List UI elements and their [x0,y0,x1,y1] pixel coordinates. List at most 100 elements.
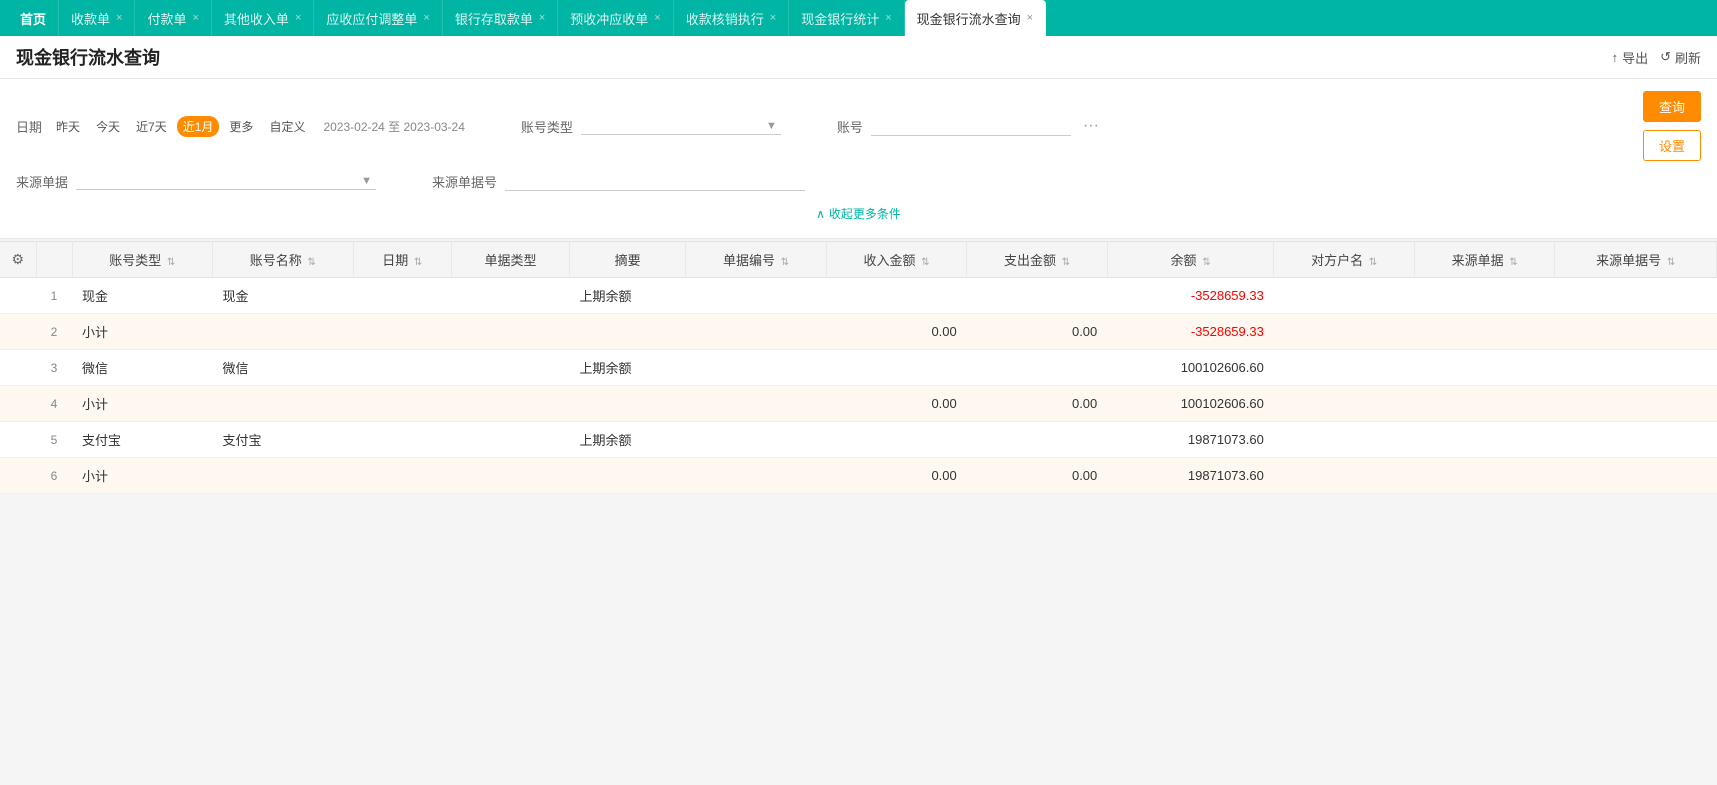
refresh-icon: ↺ [1660,49,1671,65]
col-expense-label: 支出金额 [1004,253,1056,268]
filter-area: 日期 昨天 今天 近7天 近1月 更多 自定义 2023-02-24 至 202… [0,79,1717,239]
cell-doc-no-0 [686,278,827,314]
nav-tab-other-income[interactable]: 其他收入单 × [212,0,314,36]
cell-source-doc-4 [1414,422,1555,458]
col-date[interactable]: 日期 ⇅ [353,242,452,278]
export-button[interactable]: ↑ 导出 [1612,48,1649,67]
cell-summary-3 [569,386,685,422]
nav-tab-advance-offset[interactable]: 预收冲应收单 × [558,0,673,36]
col-doc-no[interactable]: 单据编号 ⇅ [686,242,827,278]
account-type-select[interactable]: ▼ [581,118,781,135]
cell-account-name-3 [213,386,354,422]
col-gear: ⚙ [0,242,36,278]
nav-tab-bank-deposit[interactable]: 银行存取款单 × [443,0,558,36]
nav-tab-bank-deposit-label: 银行存取款单 [455,9,533,28]
cell-date-4 [353,422,452,458]
col-expense-sort-icon: ⇅ [1062,257,1070,268]
col-account-type[interactable]: 账号类型 ⇅ [72,242,213,278]
cell-doc-type-2 [452,350,570,386]
table-row[interactable]: 1 现金 现金 上期余额 -3528659.33 [0,278,1717,314]
cell-source-doc-no-4 [1555,422,1717,458]
cell-counterparty-2 [1274,350,1415,386]
col-source-doc-label: 来源单据 [1452,253,1504,268]
col-balance-label: 余额 [1171,253,1197,268]
collapse-label: 收起更多条件 [829,205,901,222]
cell-seq-3: 4 [36,386,72,422]
source-doc-no-label: 来源单据号 [432,172,497,191]
table-row[interactable]: 3 微信 微信 上期余额 100102606.60 [0,350,1717,386]
nav-tab-receipt-close[interactable]: × [116,12,122,24]
col-source-doc-no[interactable]: 来源单据号 ⇅ [1555,242,1717,278]
cell-gear-1 [0,314,36,350]
cell-doc-type-4 [452,422,570,458]
nav-tab-ar-adjust-close[interactable]: × [423,12,429,24]
action-buttons: 查询 设置 [1643,91,1701,161]
col-source-doc-no-label: 来源单据号 [1596,253,1661,268]
nav-tab-ar-adjust[interactable]: 应收应付调整单 × [314,0,442,36]
cell-doc-no-1 [686,314,827,350]
collapse-bar[interactable]: ∧ 收起更多条件 [16,201,1701,226]
cell-doc-type-3 [452,386,570,422]
cell-balance-2: 100102606.60 [1107,350,1274,386]
source-doc-select[interactable]: ▼ [76,173,376,190]
col-income-sort-icon: ⇅ [921,257,929,268]
nav-tab-receipt[interactable]: 收款单 × [59,0,135,36]
cell-counterparty-1 [1274,314,1415,350]
account-dots-icon[interactable]: ··· [1083,117,1099,135]
date-option-yesterday[interactable]: 昨天 [50,116,86,137]
table-row[interactable]: 4 小计 0.00 0.00 100102606.60 [0,386,1717,422]
col-doc-no-label: 单据编号 [723,253,775,268]
col-source-doc[interactable]: 来源单据 ⇅ [1414,242,1555,278]
nav-tab-cash-bank-stats-label: 现金银行统计 [801,9,879,28]
date-option-today[interactable]: 今天 [90,116,126,137]
collapse-up-icon: ∧ [816,207,825,221]
col-source-doc-sort-icon: ⇅ [1509,257,1517,268]
col-counterparty[interactable]: 对方户名 ⇅ [1274,242,1415,278]
col-balance[interactable]: 余额 ⇅ [1107,242,1274,278]
table-row[interactable]: 5 支付宝 支付宝 上期余额 19871073.60 [0,422,1717,458]
cell-counterparty-4 [1274,422,1415,458]
nav-tab-collection-verify-close[interactable]: × [770,12,776,24]
nav-tab-payment-close[interactable]: × [192,12,198,24]
col-account-name[interactable]: 账号名称 ⇅ [213,242,354,278]
source-doc-no-input[interactable] [505,171,805,191]
cell-summary-1 [569,314,685,350]
date-option-custom[interactable]: 自定义 [263,116,311,137]
nav-tab-collection-verify[interactable]: 收款核销执行 × [674,0,789,36]
cell-seq-2: 3 [36,350,72,386]
account-input[interactable] [871,116,1071,136]
date-option-1month[interactable]: 近1月 [177,116,220,137]
cell-counterparty-5 [1274,458,1415,494]
gear-icon[interactable]: ⚙ [11,251,24,267]
cell-balance-1: -3528659.33 [1107,314,1274,350]
cell-balance-5: 19871073.60 [1107,458,1274,494]
date-option-more[interactable]: 更多 [223,116,259,137]
cell-counterparty-3 [1274,386,1415,422]
cell-seq-5: 6 [36,458,72,494]
col-income[interactable]: 收入金额 ⇅ [826,242,967,278]
nav-tab-home[interactable]: 首页 [8,0,59,36]
col-income-label: 收入金额 [863,253,915,268]
nav-tab-cash-bank-stats[interactable]: 现金银行统计 × [789,0,904,36]
nav-tab-payment[interactable]: 付款单 × [135,0,211,36]
nav-tab-other-income-close[interactable]: × [295,12,301,24]
nav-tab-bank-deposit-close[interactable]: × [539,12,545,24]
table-row[interactable]: 2 小计 0.00 0.00 -3528659.33 [0,314,1717,350]
nav-tab-cash-bank-stats-close[interactable]: × [885,12,891,24]
col-account-name-label: 账号名称 [250,253,302,268]
account-type-arrow-icon: ▼ [766,120,777,132]
cell-income-4 [826,422,967,458]
cell-expense-0 [967,278,1108,314]
nav-tab-advance-offset-close[interactable]: × [654,12,660,24]
col-expense[interactable]: 支出金额 ⇅ [967,242,1108,278]
refresh-button[interactable]: ↺ 刷新 [1660,48,1701,67]
nav-tab-cash-bank-flow[interactable]: 现金银行流水查询 × [905,0,1046,36]
query-button[interactable]: 查询 [1643,91,1701,122]
nav-tab-cash-bank-flow-close[interactable]: × [1027,12,1033,24]
cell-account-name-5 [213,458,354,494]
settings-button[interactable]: 设置 [1643,130,1701,161]
cell-income-2 [826,350,967,386]
table-row[interactable]: 6 小计 0.00 0.00 19871073.60 [0,458,1717,494]
date-option-7days[interactable]: 近7天 [130,116,173,137]
table-container: ⚙ 账号类型 ⇅ 账号名称 ⇅ 日期 ⇅ 单据类型 [0,241,1717,494]
